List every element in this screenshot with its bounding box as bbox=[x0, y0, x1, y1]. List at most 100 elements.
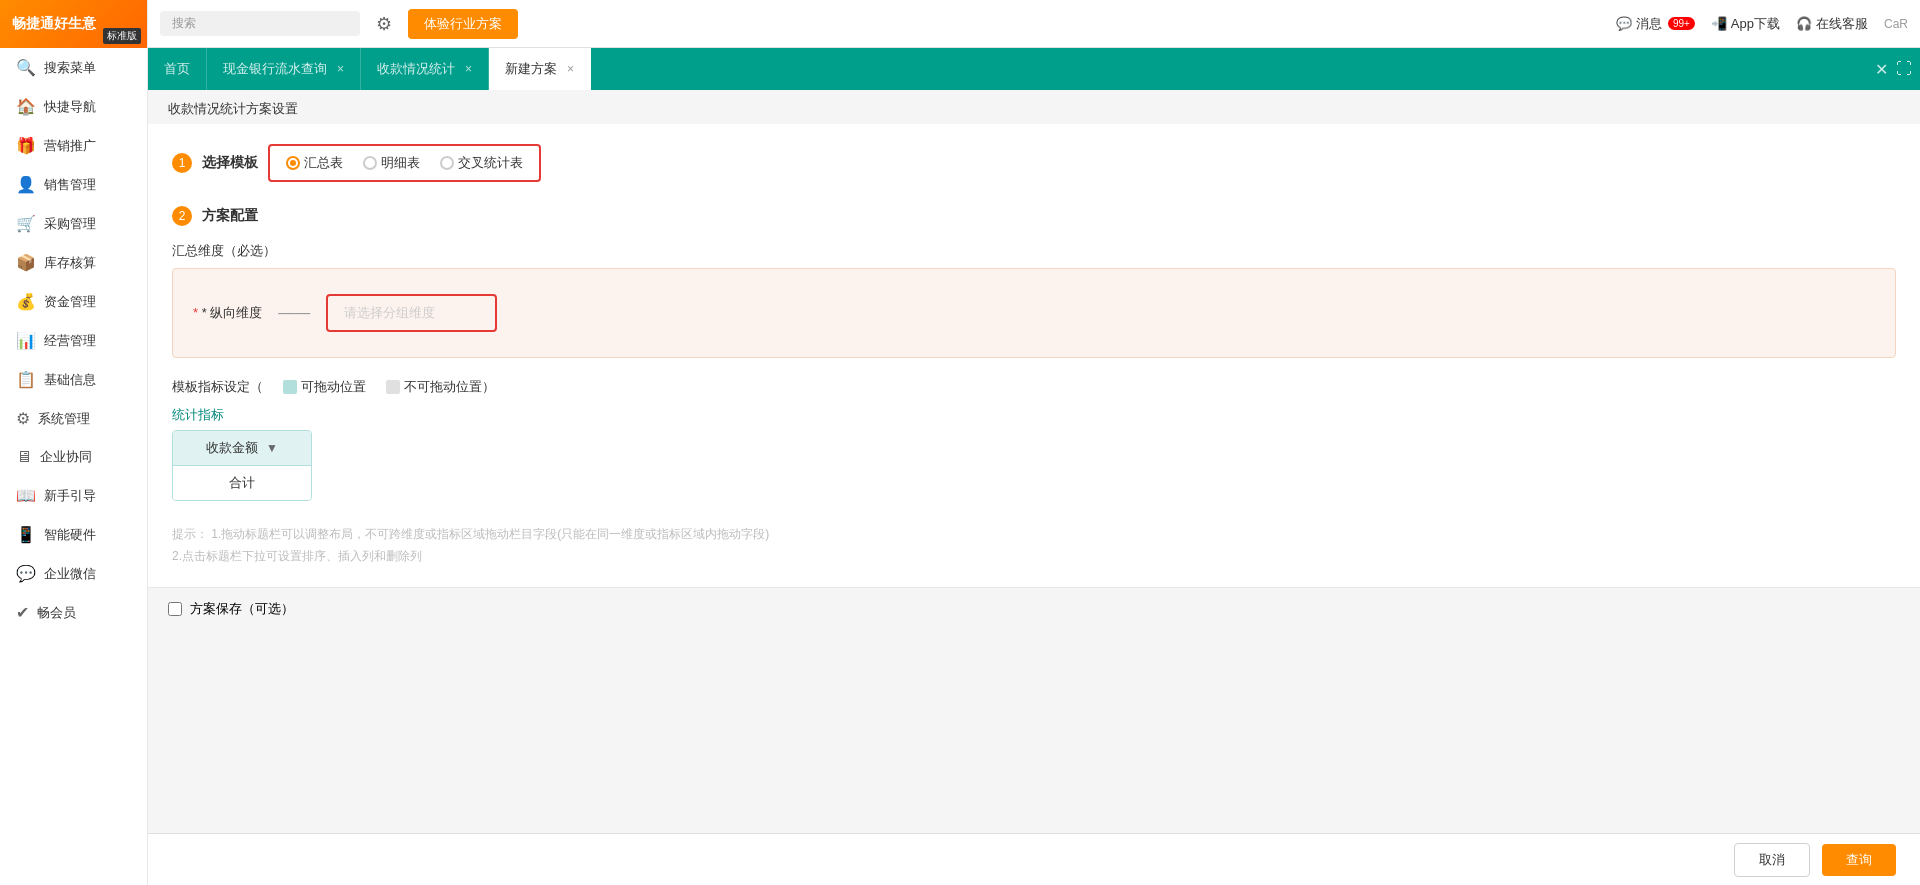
tab-new-plan-close[interactable]: × bbox=[567, 62, 574, 76]
message-button[interactable]: 💬 消息 99+ bbox=[1616, 15, 1695, 33]
radio-detail-circle bbox=[363, 156, 377, 170]
tab-cashflow-close[interactable]: × bbox=[337, 62, 344, 76]
chart-icon: 📊 bbox=[16, 331, 36, 350]
hint-2: 2.点击标题栏下拉可设置排序、插入列和删除列 bbox=[172, 546, 1896, 568]
radio-summary[interactable]: 汇总表 bbox=[286, 154, 343, 172]
template-radio-group: 汇总表 明细表 交叉统计表 bbox=[286, 154, 523, 172]
tab-home[interactable]: 首页 bbox=[148, 48, 207, 90]
section1-label: 选择模板 bbox=[202, 154, 258, 172]
tab-new-plan[interactable]: 新建方案 × bbox=[489, 48, 591, 90]
sidebar-item-inventory[interactable]: 📦 库存核算 bbox=[0, 243, 147, 282]
sidebar-item-label: 营销推广 bbox=[44, 137, 96, 155]
maximize-button[interactable]: ⛶ bbox=[1896, 60, 1912, 78]
dimension-select[interactable]: 请选择分组维度 bbox=[326, 294, 497, 332]
topbar-right: 💬 消息 99+ 📲 App下载 🎧 在线客服 CaR bbox=[1616, 15, 1908, 33]
info-icon: 📋 bbox=[16, 370, 36, 389]
radio-detail[interactable]: 明细表 bbox=[363, 154, 420, 172]
sidebar-item-label: 经营管理 bbox=[44, 332, 96, 350]
sidebar-item-system[interactable]: ⚙ 系统管理 bbox=[0, 399, 147, 438]
metrics-table-header[interactable]: 收款金额 ▼ bbox=[173, 431, 311, 466]
wechat-icon: 💬 bbox=[16, 564, 36, 583]
sidebar-item-search[interactable]: 🔍 搜索菜单 bbox=[0, 48, 147, 87]
radio-cross-label: 交叉统计表 bbox=[458, 154, 523, 172]
query-button[interactable]: 查询 bbox=[1822, 844, 1896, 876]
sales-icon: 👤 bbox=[16, 175, 36, 194]
sidebar-item-hardware[interactable]: 📱 智能硬件 bbox=[0, 515, 147, 554]
plan-save-bar: 方案保存（可选） bbox=[148, 587, 1920, 630]
purchase-icon: 🛒 bbox=[16, 214, 36, 233]
sidebar-badge: 标准版 bbox=[103, 28, 141, 44]
search-placeholder: 搜索 bbox=[172, 16, 196, 30]
sidebar-item-label: 销售管理 bbox=[44, 176, 96, 194]
sidebar-item-guide[interactable]: 📖 新手引导 bbox=[0, 476, 147, 515]
dimension-area: * * 纵向维度 —— 请选择分组维度 bbox=[172, 268, 1896, 358]
sidebar-item-sales[interactable]: 👤 销售管理 bbox=[0, 165, 147, 204]
sidebar-header: 畅捷通好生意 标准版 bbox=[0, 0, 147, 48]
topbar: 搜索 ⚙ 体验行业方案 💬 消息 99+ 📲 App下载 🎧 在线客服 CaR bbox=[148, 0, 1920, 48]
template-selection-box: 汇总表 明细表 交叉统计表 bbox=[268, 144, 541, 182]
message-icon: 💬 bbox=[1616, 16, 1632, 31]
metrics-table: 收款金额 ▼ 合计 bbox=[172, 430, 312, 501]
app-download-button[interactable]: 📲 App下载 bbox=[1711, 15, 1780, 33]
tab-collection[interactable]: 收款情况统计 × bbox=[361, 48, 489, 90]
online-service-button[interactable]: 🎧 在线客服 bbox=[1796, 15, 1868, 33]
content-area: 收款情况统计方案设置 1 选择模板 汇总表 明细表 bbox=[148, 90, 1920, 833]
plan-save-label: 方案保存（可选） bbox=[190, 600, 294, 618]
section2-label: 方案配置 bbox=[202, 207, 258, 225]
sidebar-item-basic-info[interactable]: 📋 基础信息 bbox=[0, 360, 147, 399]
trial-button[interactable]: 体验行业方案 bbox=[408, 9, 518, 39]
sidebar-item-collab[interactable]: 🖥 企业协同 bbox=[0, 438, 147, 476]
tab-cashflow[interactable]: 现金银行流水查询 × bbox=[207, 48, 361, 90]
dropdown-arrow-icon: ▼ bbox=[266, 441, 278, 455]
footer: 取消 查询 bbox=[148, 833, 1920, 885]
sidebar-item-label: 系统管理 bbox=[38, 410, 90, 428]
vertical-label-text: * 纵向维度 bbox=[202, 305, 263, 320]
section2: 2 方案配置 汇总维度（必选） * * 纵向维度 —— 请选择分组维度 bbox=[172, 206, 1896, 567]
sidebar-item-label: 企业协同 bbox=[40, 448, 92, 466]
sidebar-item-label: 企业微信 bbox=[44, 565, 96, 583]
sidebar-item-management[interactable]: 📊 经营管理 bbox=[0, 321, 147, 360]
radio-detail-label: 明细表 bbox=[381, 154, 420, 172]
username: CaR bbox=[1884, 17, 1908, 31]
tab-collection-label: 收款情况统计 bbox=[377, 60, 455, 78]
hint-section: 提示： 1.拖动标题栏可以调整布局，不可跨维度或指标区域拖动栏目字段(只能在同一… bbox=[172, 524, 1896, 567]
sidebar-item-wechat[interactable]: 💬 企业微信 bbox=[0, 554, 147, 593]
section2-number: 2 bbox=[172, 206, 192, 226]
sidebar-item-nav[interactable]: 🏠 快捷导航 bbox=[0, 87, 147, 126]
search-box[interactable]: 搜索 bbox=[160, 11, 360, 36]
sidebar-item-purchase[interactable]: 🛒 采购管理 bbox=[0, 204, 147, 243]
gear-icon: ⚙ bbox=[16, 409, 30, 428]
radio-cross-circle bbox=[440, 156, 454, 170]
sidebar-item-label: 采购管理 bbox=[44, 215, 96, 233]
sidebar-item-finance[interactable]: 💰 资金管理 bbox=[0, 282, 147, 321]
tab-collection-close[interactable]: × bbox=[465, 62, 472, 76]
metrics-label-text: 模板指标设定（ bbox=[172, 379, 263, 394]
sidebar-item-label: 资金管理 bbox=[44, 293, 96, 311]
sidebar-item-marketing[interactable]: 🎁 营销推广 bbox=[0, 126, 147, 165]
metrics-label-row: 模板指标设定（ 可拖动位置 不可拖动位置） bbox=[172, 378, 1896, 396]
app-label: App下载 bbox=[1731, 15, 1780, 33]
drag-box-icon bbox=[283, 380, 297, 394]
close-tab-button[interactable]: ✕ bbox=[1875, 60, 1888, 79]
plan-save-checkbox[interactable] bbox=[168, 602, 182, 616]
tab-cashflow-label: 现金银行流水查询 bbox=[223, 60, 327, 78]
sidebar-item-label: 新手引导 bbox=[44, 487, 96, 505]
radio-summary-label: 汇总表 bbox=[304, 154, 343, 172]
sidebar-item-member[interactable]: ✔ 畅会员 bbox=[0, 593, 147, 632]
sidebar-item-label: 畅会员 bbox=[37, 604, 76, 622]
settings-icon[interactable]: ⚙ bbox=[376, 13, 392, 35]
metrics-table-label: 统计指标 bbox=[172, 406, 1896, 424]
sidebar-item-label: 基础信息 bbox=[44, 371, 96, 389]
dimension-placeholder: 请选择分组维度 bbox=[344, 305, 435, 320]
no-drag-box-icon bbox=[386, 380, 400, 394]
arrow-icon: —— bbox=[278, 304, 310, 322]
hardware-icon: 📱 bbox=[16, 525, 36, 544]
metrics-setting-label: 模板指标设定（ bbox=[172, 378, 263, 396]
required-star: * bbox=[193, 305, 202, 320]
draggable-label: 可拖动位置 bbox=[301, 378, 366, 396]
member-icon: ✔ bbox=[16, 603, 29, 622]
sidebar-item-label: 库存核算 bbox=[44, 254, 96, 272]
radio-cross[interactable]: 交叉统计表 bbox=[440, 154, 523, 172]
metrics-section: 模板指标设定（ 可拖动位置 不可拖动位置） 统计指标 bbox=[172, 378, 1896, 504]
cancel-button[interactable]: 取消 bbox=[1734, 843, 1810, 877]
